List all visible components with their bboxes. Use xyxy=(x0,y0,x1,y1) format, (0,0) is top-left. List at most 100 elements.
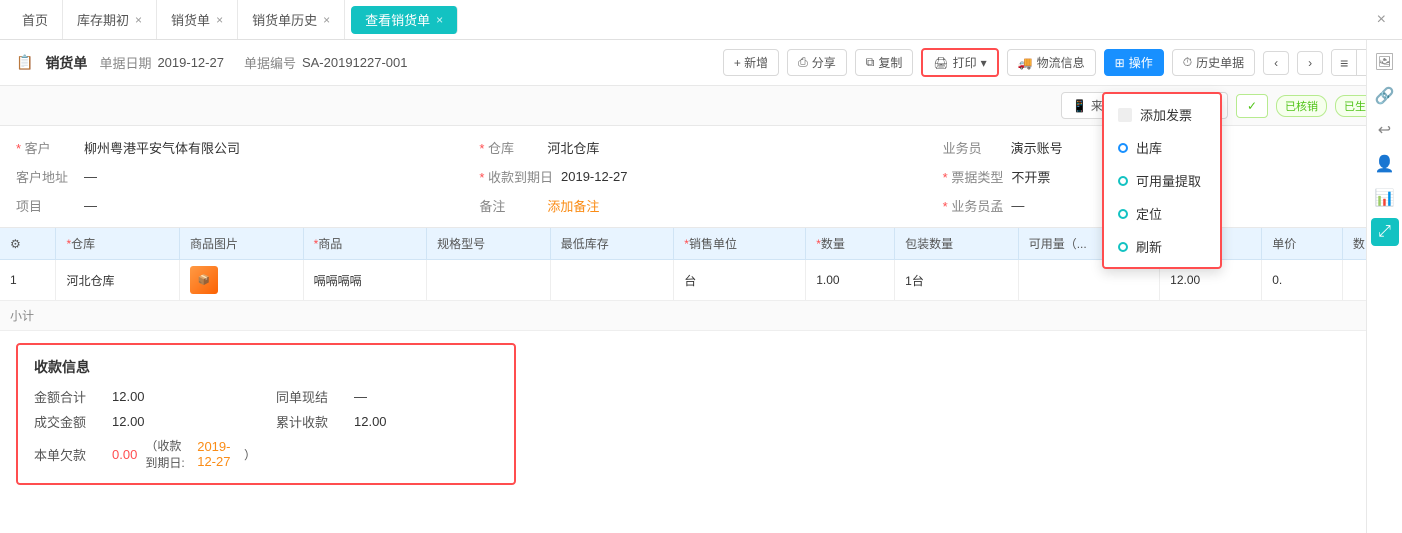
sales-rep-value: — xyxy=(1011,198,1024,213)
refresh-item[interactable]: 刷新 xyxy=(1104,230,1220,263)
blue-dot-icon xyxy=(1118,143,1128,153)
circle-icon-1 xyxy=(1118,176,1128,186)
cell-seq: 1 xyxy=(0,260,56,301)
subtotal-label: 小计 xyxy=(0,301,1402,331)
same-order-row: 同单现结 — xyxy=(276,387,498,406)
col-spec: 规格型号 xyxy=(427,228,551,260)
warehouse-field: 仓库 河北仓库 xyxy=(479,138,922,157)
total-paid-value: 12.00 xyxy=(354,414,387,429)
tab-home[interactable]: 首页 xyxy=(8,0,63,39)
payment-grid: 金额合计 12.00 同单现结 — 成交金额 12.00 累计收款 12.00 … xyxy=(34,387,498,471)
tab-sales-history-close[interactable]: × xyxy=(323,13,330,27)
cancelled-badge: 已核销 xyxy=(1276,95,1327,117)
col-product: *商品 xyxy=(303,228,427,260)
col-qty: *数量 xyxy=(806,228,895,260)
cell-spec xyxy=(427,260,551,301)
customer-value: 柳州粤港平安气体有限公司 xyxy=(84,138,240,157)
sidebar-icon-3[interactable]: ↩ xyxy=(1371,116,1399,144)
project-field: 项目 — xyxy=(16,196,459,215)
total-paid-row: 累计收款 12.00 xyxy=(276,412,498,431)
add-invoice-item[interactable]: 添加发票 xyxy=(1104,98,1220,131)
doc-meta: 单据日期 2019-12-27 单据编号 SA-20191227-001 xyxy=(99,53,407,72)
sidebar-icon-4[interactable]: 👤 xyxy=(1371,150,1399,178)
copy-icon: ⧉ xyxy=(866,55,875,70)
col-settings[interactable]: ⚙ xyxy=(0,228,56,260)
amount-label: 金额合计 xyxy=(34,387,104,406)
project-label: 项目 xyxy=(16,196,76,215)
salesperson-value: 演示账号 xyxy=(1011,138,1063,157)
col-warehouse: *仓库 xyxy=(56,228,180,260)
owed-label: 本单欠款 xyxy=(34,445,104,464)
total-paid-label: 累计收款 xyxy=(276,412,346,431)
print-dropdown-arrow: ▾ xyxy=(981,56,987,70)
address-value: — xyxy=(84,169,97,184)
sidebar-icon-expand[interactable]: ⤢ xyxy=(1371,218,1399,246)
subtotal-row: 小计 xyxy=(0,301,1402,331)
salesperson-label: 业务员 xyxy=(943,138,1003,157)
col-price: 单价 xyxy=(1262,228,1343,260)
doc-number-field: 单据编号 SA-20191227-001 xyxy=(244,53,408,72)
confirm-button[interactable]: ✓ xyxy=(1236,94,1268,118)
available-qty-item[interactable]: 可用量提取 xyxy=(1104,164,1220,197)
due-date-value: 2019-12-27 xyxy=(561,169,628,184)
sidebar-icon-1[interactable]: 🖼 xyxy=(1371,48,1399,76)
doc-header: 📋 销货单 单据日期 2019-12-27 单据编号 SA-20191227-0… xyxy=(0,40,1402,86)
cell-min-stock xyxy=(550,260,674,301)
col-pkg-qty: 包装数量 xyxy=(895,228,1019,260)
address-field: 客户地址 — xyxy=(16,167,459,186)
deal-amount-value: 12.00 xyxy=(112,414,145,429)
tab-inventory[interactable]: 库存期初 × xyxy=(63,0,157,39)
tab-sales[interactable]: 销货单 × xyxy=(157,0,238,39)
tab-view-sales-close[interactable]: × xyxy=(436,13,443,27)
tab-view-sales[interactable]: 查看销货单 × xyxy=(351,6,458,34)
owed-note-close: ） xyxy=(244,446,256,463)
payment-box: 收款信息 金额合计 12.00 同单现结 — 成交金额 12.00 累计收款 1… xyxy=(16,343,516,485)
window-close[interactable]: × xyxy=(1369,11,1394,29)
list-view-button[interactable]: ≡ xyxy=(1332,50,1357,75)
tab-sales-history[interactable]: 销货单历史 × xyxy=(238,0,345,39)
same-order-label: 同单现结 xyxy=(276,387,346,406)
nav-next-button[interactable]: › xyxy=(1297,51,1323,75)
right-sidebar: 🖼 🔗 ↩ 👤 📊 ⤢ xyxy=(1366,40,1402,533)
locate-item[interactable]: 定位 xyxy=(1104,197,1220,230)
doc-date-field: 单据日期 2019-12-27 xyxy=(99,53,224,72)
grid-small-icon xyxy=(1118,108,1132,122)
logistics-button[interactable]: 🚚 物流信息 xyxy=(1007,49,1096,76)
payment-title: 收款信息 xyxy=(34,357,498,377)
share-icon: ⎙ xyxy=(798,55,808,70)
history-button[interactable]: ⏱ 历史单据 xyxy=(1172,49,1255,76)
sidebar-icon-2[interactable]: 🔗 xyxy=(1371,82,1399,110)
project-value: — xyxy=(84,198,97,213)
amount-value: 12.00 xyxy=(112,389,145,404)
cell-product: 嗝嗝嗝嗝 xyxy=(303,260,427,301)
cell-unit: 台 xyxy=(674,260,806,301)
outbound-item[interactable]: 出库 xyxy=(1104,131,1220,164)
tab-sales-close[interactable]: × xyxy=(216,13,223,27)
new-button[interactable]: + 新增 xyxy=(723,49,779,76)
product-thumbnail: 📦 xyxy=(190,266,218,294)
operation-button[interactable]: ⊞ 操作 xyxy=(1104,49,1164,76)
doc-title-area: 📋 销货单 单据日期 2019-12-27 单据编号 SA-20191227-0… xyxy=(16,53,408,73)
check-icon: ✓ xyxy=(1247,99,1257,113)
cell-price: 0. xyxy=(1262,260,1343,301)
amount-row: 金额合计 12.00 xyxy=(34,387,256,406)
warehouse-value: 河北仓库 xyxy=(547,138,599,157)
print-button[interactable]: 🖨 打印 ▾ xyxy=(921,48,998,77)
phone-icon: 📱 xyxy=(1072,99,1087,113)
customer-field: 客户 柳州粤港平安气体有限公司 xyxy=(16,138,459,157)
tab-bar: 首页 库存期初 × 销货单 × 销货单历史 × 查看销货单 × × xyxy=(0,0,1402,40)
due-date-label: 收款到期日 xyxy=(479,167,553,186)
copy-button[interactable]: ⧉ 复制 xyxy=(855,49,914,76)
doc-date-value: 2019-12-27 xyxy=(157,55,224,70)
cell-pkg-qty: 1台 xyxy=(895,260,1019,301)
add-note-link[interactable]: 添加备注 xyxy=(547,196,599,215)
share-button[interactable]: ⎙ 分享 xyxy=(787,49,847,76)
deal-amount-label: 成交金额 xyxy=(34,412,104,431)
col-unit: *销售单位 xyxy=(674,228,806,260)
owed-row: 本单欠款 0.00 （收款到期日: 2019-12-27 ） xyxy=(34,437,256,471)
doc-date-label: 单据日期 xyxy=(99,53,151,72)
nav-prev-button[interactable]: ‹ xyxy=(1263,51,1289,75)
tab-inventory-close[interactable]: × xyxy=(135,13,142,27)
ticket-type-label: 票据类型 xyxy=(943,167,1004,186)
sidebar-icon-5[interactable]: 📊 xyxy=(1371,184,1399,212)
